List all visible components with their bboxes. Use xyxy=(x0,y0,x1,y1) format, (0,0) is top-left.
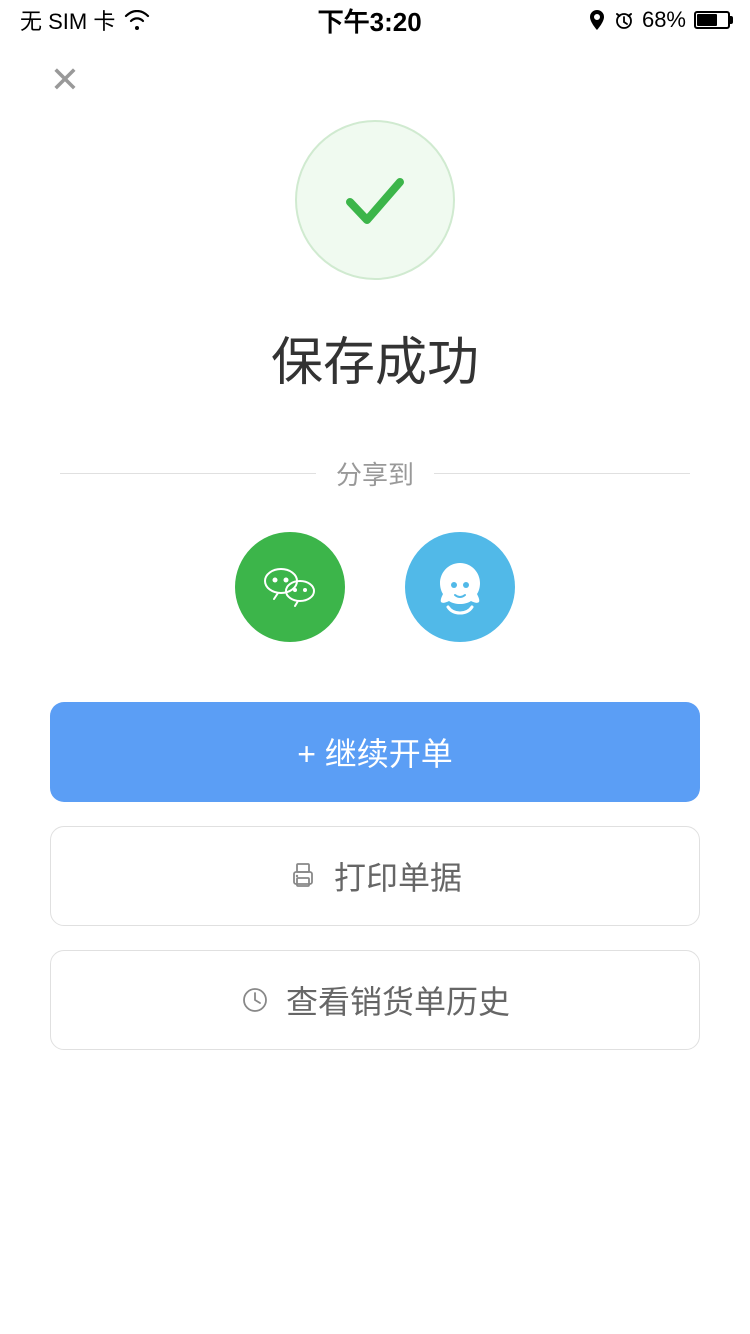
divider-left xyxy=(60,473,316,474)
location-icon xyxy=(588,10,606,30)
share-label: 分享到 xyxy=(316,455,434,492)
status-right: 68% xyxy=(588,7,730,33)
action-buttons: + 继续开单 打印单据 查看销货单历史 xyxy=(0,702,750,1050)
continue-order-button[interactable]: + 继续开单 xyxy=(50,702,700,802)
history-label: 查看销货单历史 xyxy=(286,977,510,1023)
wechat-share-button[interactable] xyxy=(235,532,345,642)
close-button[interactable]: ✕ xyxy=(40,55,90,105)
alarm-icon xyxy=(614,10,634,30)
status-time: 下午3:20 xyxy=(318,2,422,39)
qq-icon xyxy=(428,555,492,619)
battery-icon xyxy=(694,11,730,29)
print-label: 打印单据 xyxy=(334,853,462,899)
history-button[interactable]: 查看销货单历史 xyxy=(50,950,700,1050)
share-section: 分享到 xyxy=(0,455,750,642)
status-left: 无 SIM 卡 xyxy=(20,4,151,36)
qq-share-button[interactable] xyxy=(405,532,515,642)
success-title: 保存成功 xyxy=(271,320,479,395)
main-content: 保存成功 分享到 xyxy=(0,40,750,1334)
divider-right xyxy=(434,473,690,474)
history-icon xyxy=(240,985,270,1015)
no-sim-text: 无 SIM 卡 xyxy=(20,4,115,36)
status-bar: 无 SIM 卡 下午3:20 68% xyxy=(0,0,750,40)
continue-order-label: + 继续开单 xyxy=(297,729,453,775)
wifi-icon xyxy=(123,10,151,30)
wechat-icon xyxy=(258,555,322,619)
share-divider: 分享到 xyxy=(0,455,750,492)
share-icons xyxy=(235,532,515,642)
battery-percent: 68% xyxy=(642,7,686,33)
success-circle xyxy=(295,120,455,280)
printer-icon xyxy=(288,861,318,891)
checkmark-icon xyxy=(335,160,415,240)
close-icon: ✕ xyxy=(50,62,80,98)
print-button[interactable]: 打印单据 xyxy=(50,826,700,926)
